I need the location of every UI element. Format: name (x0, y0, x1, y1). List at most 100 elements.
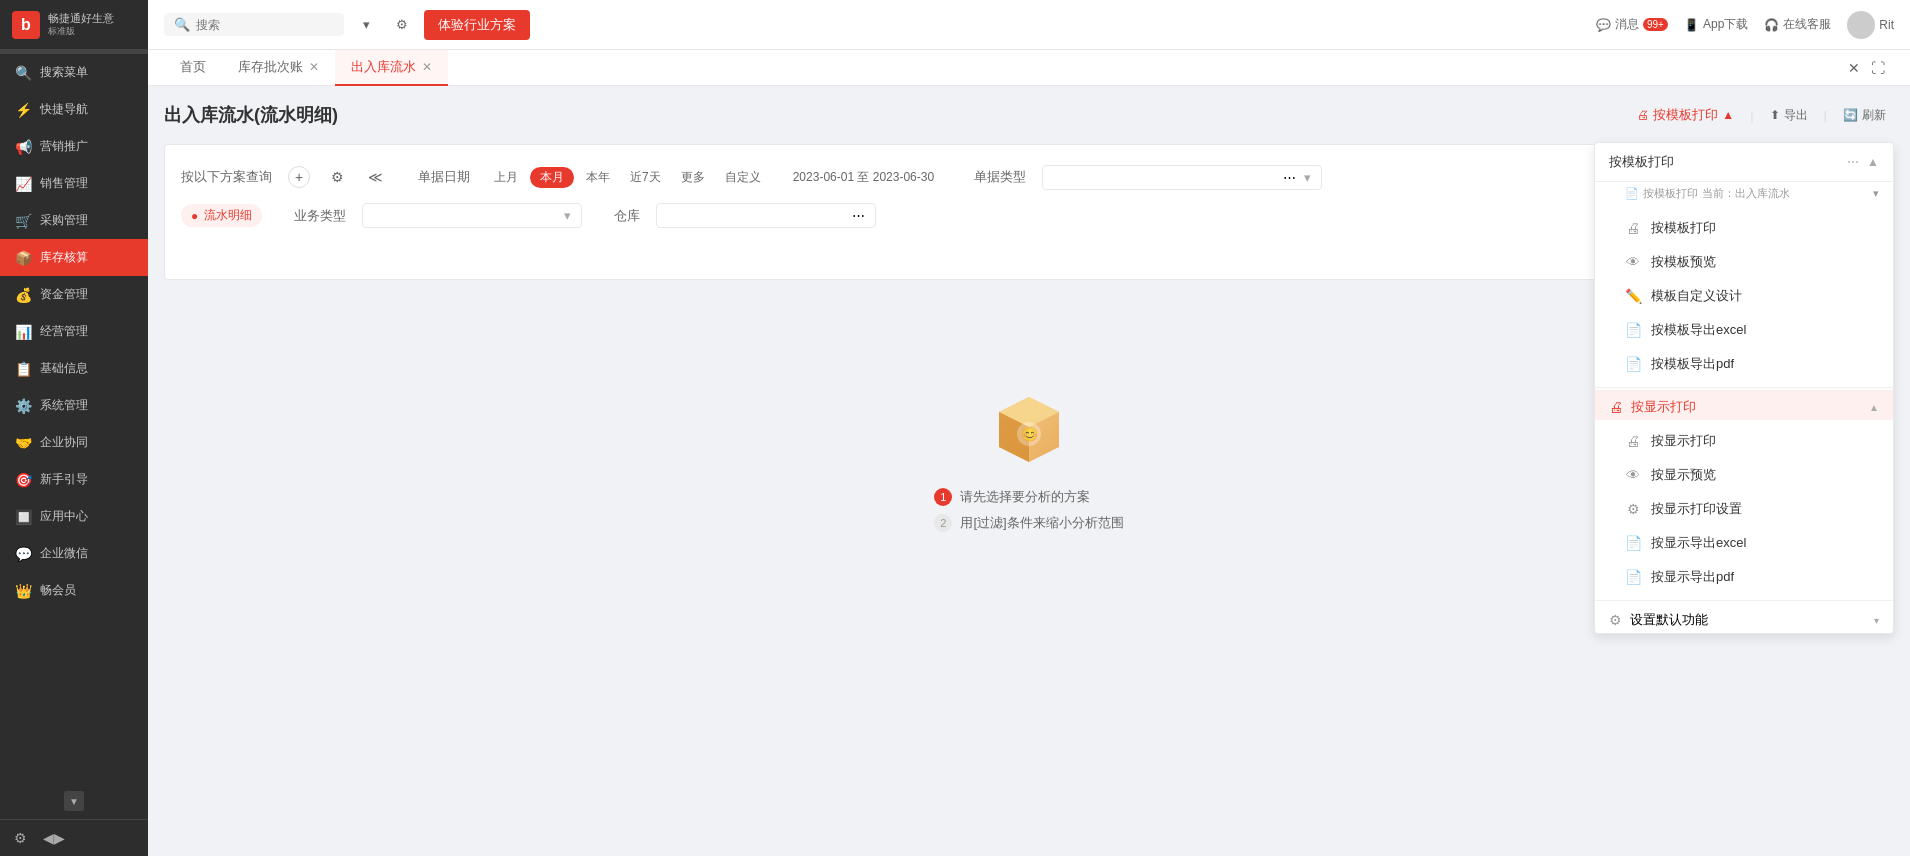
date-option-this-year[interactable]: 本年 (578, 166, 618, 189)
filter-config-btn[interactable]: ⚙ (326, 166, 348, 188)
sidebar-item-wechat[interactable]: 💬 企业微信 (0, 535, 148, 572)
display-print-header[interactable]: 🖨 按显示打印 ▲ (1595, 390, 1893, 420)
online-service-btn[interactable]: 🎧 在线客服 (1764, 16, 1831, 33)
message-btn[interactable]: 💬 消息 99+ (1596, 16, 1668, 33)
dropdown-item-template-custom[interactable]: ✏️ 模板自定义设计 (1595, 279, 1893, 313)
custom-icon: ✏️ (1625, 288, 1641, 304)
refresh-btn-label: 刷新 (1862, 107, 1886, 124)
excel-icon-2: 📄 (1625, 535, 1641, 551)
refresh-btn[interactable]: 🔄 刷新 (1835, 103, 1894, 128)
collapse-sidebar-icon[interactable]: ◀▶ (43, 830, 65, 846)
dropdown-title: 按模板打印 (1609, 153, 1674, 171)
sidebar-item-operation[interactable]: 📊 经营管理 (0, 313, 148, 350)
set-default-expand[interactable]: ▾ (1874, 615, 1879, 626)
date-option-last-month[interactable]: 上月 (486, 166, 526, 189)
date-option-custom[interactable]: 自定义 (717, 166, 769, 189)
sidebar-item-purchase[interactable]: 🛒 采购管理 (0, 202, 148, 239)
app-edition: 标准版 (48, 25, 114, 38)
sidebar-item-label: 快捷导航 (40, 101, 88, 118)
dropdown-item-template-excel[interactable]: 📄 按模板导出excel (1595, 313, 1893, 347)
dropdown-item-display-preview[interactable]: 👁 按显示预览 (1595, 458, 1893, 492)
biz-type-select[interactable]: ▾ (362, 203, 582, 228)
tab-home-label: 首页 (180, 58, 206, 76)
print-btn[interactable]: 🖨 按模板打印 ▲ (1629, 102, 1742, 128)
preview-icon-1: 👁 (1625, 254, 1641, 270)
sidebar-item-newbie[interactable]: 🎯 新手引导 (0, 461, 148, 498)
sidebar-item-marketing[interactable]: 📢 营销推广 (0, 128, 148, 165)
display-excel-label: 按显示导出excel (1651, 534, 1746, 552)
dropdown-header: 按模板打印 ⋯ ▲ (1595, 143, 1893, 182)
date-options: 上月 本月 本年 近7天 更多 自定义 (486, 166, 769, 189)
chart-up-icon: 📈 (14, 176, 32, 192)
title-actions: 🖨 按模板打印 ▲ | ⬆ 导出 | 🔄 刷新 (1629, 102, 1894, 128)
window-expand-btn[interactable]: ⛶ (1870, 60, 1886, 76)
dropdown-item-template-pdf[interactable]: 📄 按模板导出pdf (1595, 347, 1893, 381)
sidebar-item-finance[interactable]: 💰 资金管理 (0, 276, 148, 313)
default-icon: ⚙ (1609, 612, 1622, 628)
date-range-display: 2023-06-01 至 2023-06-30 (793, 169, 934, 186)
display-print-header-icon: 🖨 (1609, 399, 1623, 415)
current-icon: 📄 (1625, 187, 1639, 200)
voucher-type-placeholder (1053, 170, 1275, 185)
date-option-more[interactable]: 更多 (673, 166, 713, 189)
voucher-type-select[interactable]: ⋯ ▾ (1042, 165, 1322, 190)
warehouse-more-btn[interactable]: ⋯ (852, 208, 865, 223)
display-section-expand[interactable]: ▲ (1869, 402, 1879, 413)
sidebar-item-member[interactable]: 👑 畅会员 (0, 572, 148, 609)
date-option-7days[interactable]: 近7天 (622, 166, 669, 189)
topbar-dropdown-btn[interactable]: ▾ (352, 11, 380, 39)
more-icon[interactable]: ⋯ (1847, 155, 1859, 169)
filter-scheme-label: 按以下方案查询 (181, 168, 272, 186)
crown-icon: 👑 (14, 583, 32, 599)
current-template-text: 按模板打印 (1643, 186, 1698, 201)
sidebar-item-appstore[interactable]: 🔲 应用中心 (0, 498, 148, 535)
current-label-text: 当前：出入库流水 (1702, 186, 1790, 201)
sidebar-item-sales[interactable]: 📈 销售管理 (0, 165, 148, 202)
dropdown-item-display-pdf[interactable]: 📄 按显示导出pdf (1595, 560, 1893, 594)
display-print-label: 按显示打印 (1651, 432, 1716, 450)
more-options-btn[interactable]: ⋯ (1283, 170, 1296, 185)
dropdown-divider-1 (1595, 387, 1893, 388)
empty-state-steps: 1 请先选择要分析的方案 2 用[过滤]条件来缩小分析范围 (934, 488, 1123, 540)
sidebar-item-search[interactable]: 🔍 搜索菜单 (0, 54, 148, 91)
dropdown-item-display-print[interactable]: 🖨 按显示打印 (1595, 424, 1893, 458)
voucher-type-label: 单据类型 (974, 168, 1026, 186)
warehouse-select[interactable]: ⋯ (656, 203, 876, 228)
sidebar-item-shortcut[interactable]: ⚡ 快捷导航 (0, 91, 148, 128)
dropdown-item-template-preview[interactable]: 👁 按模板预览 (1595, 245, 1893, 279)
sidebar-scroll-down[interactable]: ▼ (64, 791, 84, 811)
industry-btn[interactable]: 体验行业方案 (424, 10, 530, 40)
sidebar-item-inventory[interactable]: 📦 库存核算 (0, 239, 148, 276)
tab-flow[interactable]: 出入库流水 ✕ (335, 50, 448, 86)
dropdown-item-template-print[interactable]: 🖨 按模板打印 (1595, 211, 1893, 245)
dropdown-item-display-excel[interactable]: 📄 按显示导出excel (1595, 526, 1893, 560)
export-btn[interactable]: ⬆ 导出 (1762, 103, 1816, 128)
biz-type-label: 业务类型 (294, 207, 346, 225)
search-input[interactable] (196, 18, 316, 32)
logo-icon: b (12, 11, 40, 39)
settings-icon[interactable]: ⚙ (14, 830, 27, 846)
empty-step-1: 1 请先选择要分析的方案 (934, 488, 1123, 506)
print-dropdown-arrow[interactable]: ▲ (1722, 108, 1734, 122)
dropdown-item-display-print-settings[interactable]: ⚙ 按显示打印设置 (1595, 492, 1893, 526)
app-download-btn[interactable]: 📱 App下载 (1684, 16, 1748, 33)
set-default-header[interactable]: ⚙ 设置默认功能 ▾ (1595, 603, 1893, 633)
sidebar-item-system[interactable]: ⚙️ 系统管理 (0, 387, 148, 424)
sidebar-item-label: 新手引导 (40, 471, 88, 488)
dropdown-collapse-icon[interactable]: ▲ (1867, 155, 1879, 169)
topbar-settings-btn[interactable]: ⚙ (388, 11, 416, 39)
user-avatar-area[interactable]: Rit (1847, 11, 1894, 39)
filter-collapse-btn[interactable]: ≪ (364, 166, 386, 188)
step-1-text: 请先选择要分析的方案 (960, 488, 1090, 506)
sidebar-item-base[interactable]: 📋 基础信息 (0, 350, 148, 387)
page-content: 出入库流水(流水明细) 🖨 按模板打印 ▲ | ⬆ 导出 | 🔄 刷新 (148, 86, 1910, 856)
tab-batch-account[interactable]: 库存批次账 ✕ (222, 50, 335, 86)
sidebar-item-cooperation[interactable]: 🤝 企业协同 (0, 424, 148, 461)
window-close-btn[interactable]: ✕ (1846, 60, 1862, 76)
tab-flow-close[interactable]: ✕ (422, 60, 432, 74)
template-print-label: 按模板打印 (1651, 219, 1716, 237)
filter-add-btn[interactable]: + (288, 166, 310, 188)
tab-home[interactable]: 首页 (164, 50, 222, 86)
date-option-this-month[interactable]: 本月 (530, 167, 574, 188)
tab-batch-close[interactable]: ✕ (309, 60, 319, 74)
